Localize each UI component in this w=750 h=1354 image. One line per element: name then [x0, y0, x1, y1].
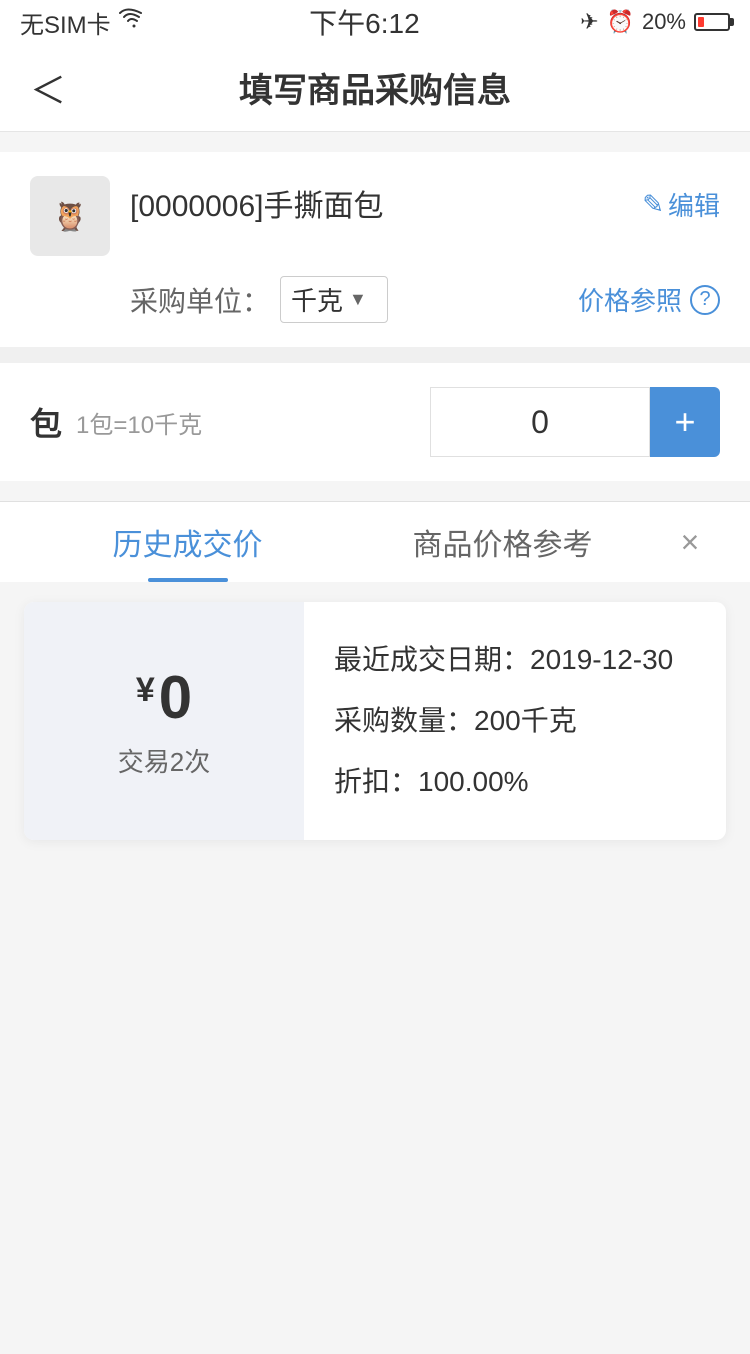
product-header: 🦉 [0000006]手撕面包 ✎ 编辑	[30, 176, 720, 256]
unit-label-text: 采购单位：	[130, 280, 270, 320]
alarm-icon: ⏰	[607, 9, 634, 35]
price-detail-right: 最近成交日期：2019-12-30 采购数量：200千克 折扣：100.00%	[304, 602, 726, 840]
section-divider	[0, 347, 750, 363]
qty-input-section: 0 +	[430, 387, 720, 457]
quantity-row: 包 1包=10千克 0 +	[0, 363, 750, 481]
product-info: 🦉 [0000006]手撕面包	[30, 176, 622, 256]
edit-button[interactable]: ✎ 编辑	[642, 176, 720, 223]
currency-symbol: ¥	[136, 663, 155, 710]
discount-value: 100.00%	[418, 766, 529, 797]
back-button[interactable]: ＜	[30, 62, 66, 114]
unit-select-dropdown[interactable]: 千克 ▼	[280, 276, 388, 323]
price-qty-row: 采购数量：200千克	[334, 699, 696, 744]
battery-pct-label: 20%	[642, 9, 686, 35]
qty-label-section: 包 1包=10千克	[30, 399, 202, 445]
price-discount-row: 折扣：100.00%	[334, 760, 696, 805]
date-label: 最近成交日期：	[334, 644, 530, 675]
status-right: ✈ ⏰ 20%	[580, 9, 730, 35]
unit-value: 千克	[291, 281, 343, 318]
transaction-count: 交易2次	[118, 742, 210, 779]
close-icon: ×	[681, 524, 700, 561]
tab-ref-label: 商品价格参考	[413, 520, 593, 564]
status-left: 无SIM卡	[20, 5, 149, 40]
product-name: [0000006]手撕面包	[130, 176, 383, 228]
qty-label: 采购数量：	[334, 705, 474, 736]
nav-bar: ＜ 填写商品采购信息	[0, 44, 750, 132]
location-icon: ✈	[580, 9, 598, 35]
price-ref-label: 价格参照	[578, 281, 682, 318]
quantity-value: 0	[531, 404, 549, 441]
status-time: 下午6:12	[309, 2, 420, 42]
status-bar: 无SIM卡 下午6:12 ✈ ⏰ 20%	[0, 0, 750, 44]
price-date-row: 最近成交日期：2019-12-30	[334, 638, 696, 683]
quantity-input[interactable]: 0	[430, 387, 650, 457]
date-value: 2019-12-30	[530, 644, 673, 675]
qty-unit-badge: 包	[30, 399, 62, 445]
tab-history-price[interactable]: 历史成交价	[30, 502, 345, 582]
tab-price-reference[interactable]: 商品价格参考	[345, 502, 660, 582]
page-title: 填写商品采购信息	[239, 63, 511, 112]
price-summary-left: ¥ 0 交易2次	[24, 602, 304, 840]
product-card: 🦉 [0000006]手撕面包 ✎ 编辑 采购单位： 千克 ▼ 价格参照 ?	[0, 152, 750, 347]
carrier-label: 无SIM卡	[20, 5, 111, 40]
main-content: 🦉 [0000006]手撕面包 ✎ 编辑 采购单位： 千克 ▼ 价格参照 ?	[0, 152, 750, 1354]
unit-label: 采购单位： 千克 ▼	[130, 276, 388, 323]
wifi-icon	[119, 8, 149, 37]
edit-icon: ✎	[642, 189, 664, 220]
plus-icon: +	[674, 401, 695, 443]
edit-label: 编辑	[668, 186, 720, 223]
price-value: 0	[159, 663, 192, 732]
tab-bar: 历史成交价 商品价格参考 ×	[0, 501, 750, 582]
product-unit-row: 采购单位： 千克 ▼ 价格参照 ?	[130, 276, 720, 323]
product-thumbnail: 🦉	[30, 176, 110, 256]
quantity-plus-button[interactable]: +	[650, 387, 720, 457]
tab-history-label: 历史成交价	[113, 520, 263, 564]
price-reference-button[interactable]: 价格参照 ?	[578, 281, 720, 318]
qty-value: 200千克	[474, 705, 577, 736]
qty-conversion-label: 1包=10千克	[76, 405, 202, 440]
discount-label: 折扣：	[334, 766, 418, 797]
dropdown-arrow-icon: ▼	[349, 289, 367, 310]
price-amount-display: ¥ 0	[136, 663, 192, 732]
help-icon: ?	[690, 285, 720, 315]
tab-close-button[interactable]: ×	[660, 512, 720, 572]
battery-icon	[694, 13, 730, 31]
price-panel: ¥ 0 交易2次 最近成交日期：2019-12-30 采购数量：200千克 折扣…	[24, 602, 726, 840]
price-panel-inner: ¥ 0 交易2次 最近成交日期：2019-12-30 采购数量：200千克 折扣…	[24, 602, 726, 840]
